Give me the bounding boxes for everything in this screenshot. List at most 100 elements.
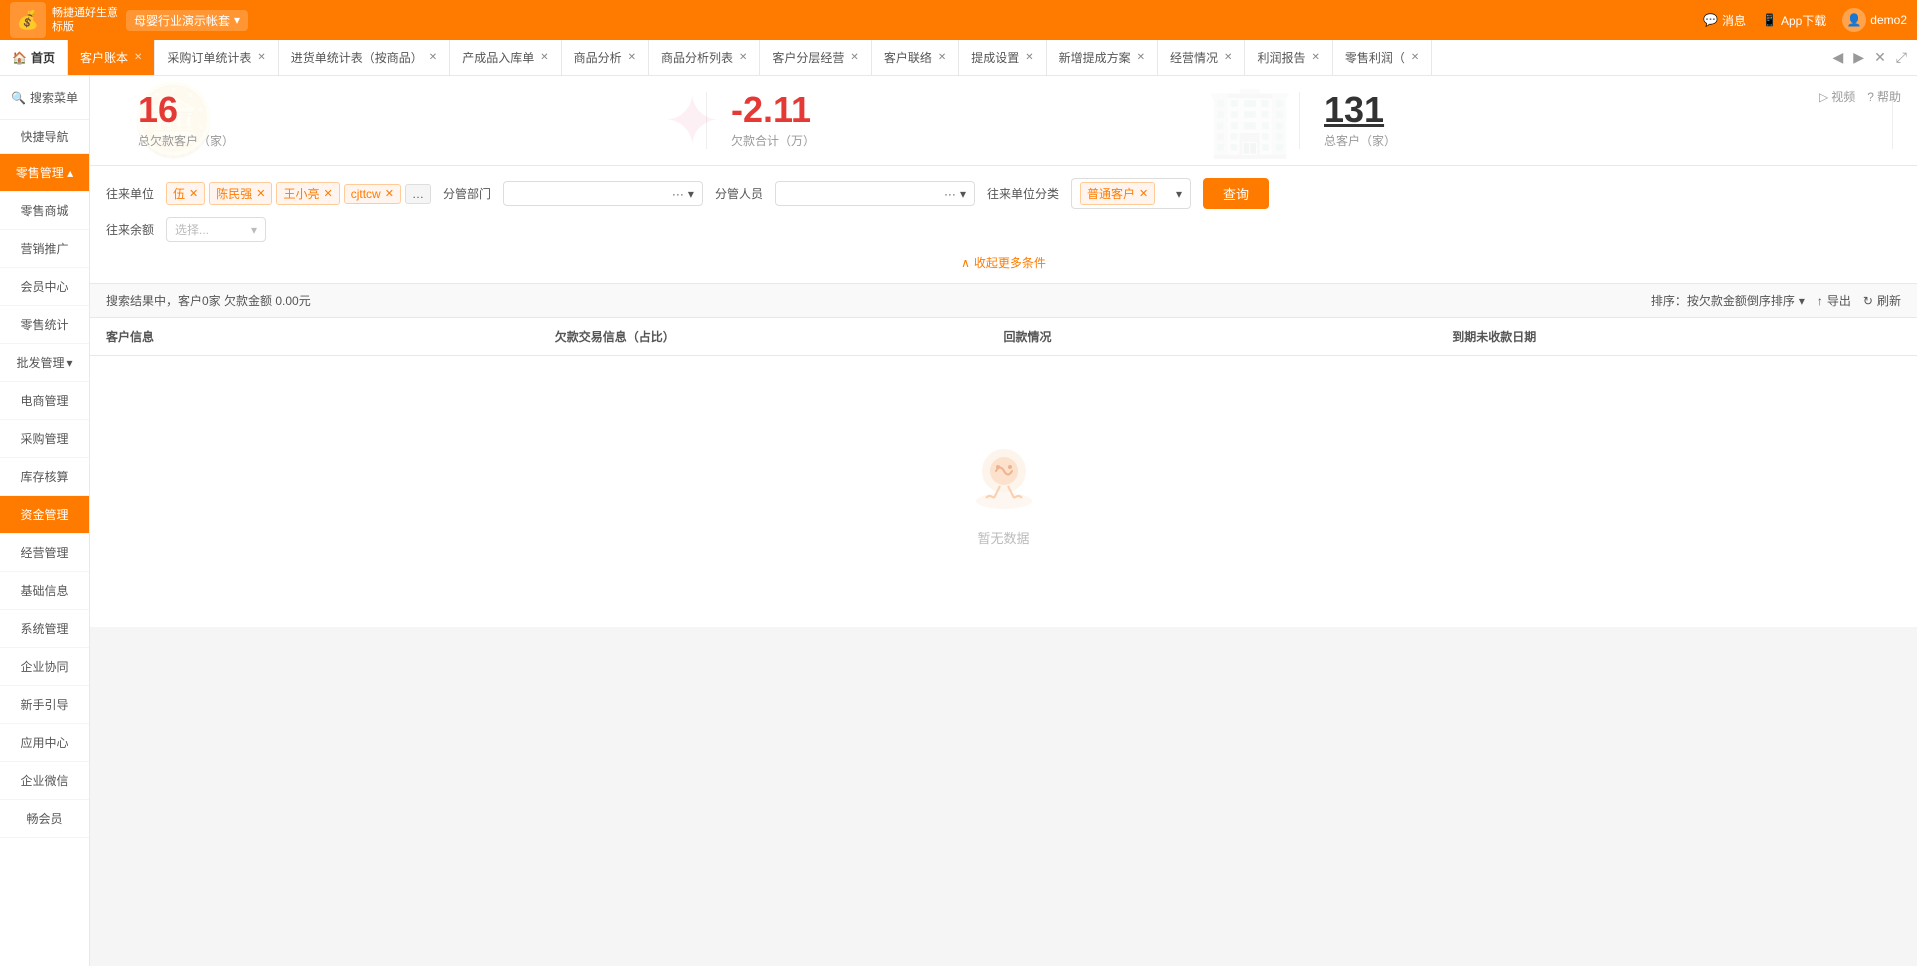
close-tab-product-instock[interactable]: ✕ <box>540 52 548 63</box>
tab-profit-report[interactable]: 利润报告 ✕ <box>1245 40 1332 76</box>
sidebar-item-purchase-mgmt[interactable]: 采购管理 <box>0 420 89 458</box>
close-tab-profit-report[interactable]: ✕ <box>1311 52 1319 63</box>
stats-bg-icon-right: 🏢 <box>1207 80 1294 162</box>
filter-tag-wu[interactable]: 伍 ✕ <box>166 182 205 205</box>
sidebar-item-enterprise-coop[interactable]: 企业协同 <box>0 648 89 686</box>
quick-nav-button[interactable]: 快捷导航 <box>0 120 89 154</box>
video-link[interactable]: ▷ 视频 <box>1819 88 1855 105</box>
filter-tag-wang[interactable]: 王小亮 ✕ <box>276 182 339 205</box>
stats-bar: 🪙 16 总欠款客户（家） ✦ -2.11 欠款合计（万） 🏢 131 总客户（… <box>90 76 1917 166</box>
query-button[interactable]: 查询 <box>1203 178 1269 209</box>
help-link[interactable]: ? 帮助 <box>1867 88 1901 105</box>
filter-row-1: 往来单位 伍 ✕ 陈民强 ✕ 王小亮 ✕ <box>106 178 1901 209</box>
col-payment-header: 回款情况 <box>1004 328 1453 345</box>
sort-label: 排序：按欠款金额倒序排序 <box>1651 292 1795 309</box>
user-avatar-button[interactable]: 👤 demo2 <box>1842 8 1907 32</box>
sidebar-item-marketing[interactable]: 营销推广 <box>0 230 89 268</box>
sidebar-item-wholesale-mgmt[interactable]: 批发管理 ▾ <box>0 344 89 382</box>
tab-prev-arrow[interactable]: ◀ <box>1829 47 1848 68</box>
sidebar-item-member-center[interactable]: 会员中心 <box>0 268 89 306</box>
tab-retail-profit[interactable]: 零售利润（ ✕ <box>1333 40 1432 76</box>
dept-select-dots: ··· <box>672 187 684 201</box>
logo-area: 💰 畅捷通好生意 标版 <box>10 2 118 38</box>
user-name: demo2 <box>1870 13 1907 27</box>
sidebar-item-enterprise-wechat[interactable]: 企业微信 <box>0 762 89 800</box>
tab-nav-arrows: ◀ ▶ ✕ ⤢ <box>1823 47 1917 68</box>
tab-next-arrow[interactable]: ▶ <box>1849 47 1868 68</box>
col-customer-header: 客户信息 <box>106 328 555 345</box>
tab-customer-book[interactable]: 客户账本 ✕ <box>68 40 155 76</box>
tab-close-all[interactable]: ✕ <box>1870 47 1890 68</box>
export-button[interactable]: ↑ 导出 <box>1817 292 1851 309</box>
sidebar-item-vip-member[interactable]: 畅会员 <box>0 800 89 838</box>
filter-tag-cjttcw[interactable]: cjttcw ✕ <box>344 184 401 204</box>
close-tag-chen[interactable]: ✕ <box>256 187 265 200</box>
sidebar-item-sys-mgmt[interactable]: 系统管理 <box>0 610 89 648</box>
tab-instock-stats[interactable]: 进货单统计表（按商品） ✕ <box>279 40 450 76</box>
search-menu-button[interactable]: 🔍 搜索菜单 <box>6 84 83 111</box>
top-bar: 💰 畅捷通好生意 标版 母婴行业演示帐套 ▾ 💬 消息 📱 App下载 👤 de… <box>0 0 1917 40</box>
close-tag-wang[interactable]: ✕ <box>324 187 333 200</box>
empty-text: 暂无数据 <box>977 528 1029 547</box>
sort-selector[interactable]: 排序：按欠款金额倒序排序 ▾ <box>1651 292 1805 309</box>
close-tag-wu[interactable]: ✕ <box>189 187 198 200</box>
sidebar-item-fund-mgmt[interactable]: 资金管理 <box>0 496 89 534</box>
sidebar-item-ops-mgmt[interactable]: 经营管理 <box>0 534 89 572</box>
close-tab-instock-stats[interactable]: ✕ <box>429 52 437 63</box>
results-actions: 排序：按欠款金额倒序排序 ▾ ↑ 导出 ↻ 刷新 <box>1651 292 1901 309</box>
help-links: ▷ 视频 ? 帮助 <box>1819 88 1901 105</box>
account-selector[interactable]: 母婴行业演示帐套 ▾ <box>126 10 248 31</box>
col-debt-header: 欠款交易信息（占比） <box>555 328 1004 345</box>
empty-icon <box>964 436 1044 516</box>
main-body: 🔍 搜索菜单 快捷导航 零售管理 ▴ 零售商城 营销推广 会员中心 零售统计 <box>0 76 1917 966</box>
refresh-button[interactable]: ↻ 刷新 <box>1863 292 1901 309</box>
tab-raise-setting[interactable]: 提成设置 ✕ <box>959 40 1046 76</box>
filter-unit-class-select[interactable]: 普通客户 ✕ ▾ <box>1071 178 1191 209</box>
collapse-button[interactable]: ∧ 收起更多条件 <box>961 254 1046 271</box>
stat-total-debt-customers-value: 16 <box>138 92 178 128</box>
logo-text: 畅捷通好生意 标版 <box>52 6 118 35</box>
close-tab-customer-book[interactable]: ✕ <box>134 52 142 63</box>
sidebar-item-new-guide[interactable]: 新手引导 <box>0 686 89 724</box>
close-unit-class-tag[interactable]: ✕ <box>1139 187 1148 200</box>
tab-purchase-order[interactable]: 采购订单统计表 ✕ <box>155 40 278 76</box>
sidebar-item-app-center[interactable]: 应用中心 <box>0 724 89 762</box>
close-tab-goods-analysis[interactable]: ✕ <box>628 52 636 63</box>
filter-tag-more[interactable]: … <box>405 184 431 204</box>
close-tab-new-raise-plan[interactable]: ✕ <box>1137 52 1145 63</box>
filter-dept-select[interactable]: ··· ▾ <box>503 181 703 206</box>
filter-person-label: 分管人员 <box>715 185 763 202</box>
tab-goods-analysis[interactable]: 商品分析 ✕ <box>562 40 649 76</box>
sidebar-item-retail-stats[interactable]: 零售统计 <box>0 306 89 344</box>
close-tab-customer-tier[interactable]: ✕ <box>850 52 858 63</box>
close-tag-cjttcw[interactable]: ✕ <box>385 187 394 200</box>
home-icon: 🏠 <box>12 51 27 65</box>
unit-class-tag: 普通客户 ✕ <box>1080 182 1155 205</box>
stat-total-customers: 131 总客户（家） <box>1300 92 1893 149</box>
filter-balance-input[interactable]: 选择... ▾ <box>166 217 266 242</box>
close-tab-raise-setting[interactable]: ✕ <box>1025 52 1033 63</box>
tab-expand[interactable]: ⤢ <box>1892 47 1911 68</box>
sidebar-item-inventory[interactable]: 库存核算 <box>0 458 89 496</box>
tab-goods-analysis-list[interactable]: 商品分析列表 ✕ <box>649 40 760 76</box>
close-tab-retail-profit[interactable]: ✕ <box>1411 52 1419 63</box>
tab-customer-contact[interactable]: 客户联络 ✕ <box>872 40 959 76</box>
sidebar-item-ecommerce-mgmt[interactable]: 电商管理 <box>0 382 89 420</box>
quick-nav-label: 快捷导航 <box>20 130 68 144</box>
close-tab-goods-analysis-list[interactable]: ✕ <box>739 52 747 63</box>
close-tab-business-status[interactable]: ✕ <box>1224 52 1232 63</box>
tab-customer-tier[interactable]: 客户分层经营 ✕ <box>760 40 871 76</box>
message-button[interactable]: 💬 消息 <box>1703 12 1746 29</box>
filter-person-select[interactable]: ··· ▾ <box>775 181 975 206</box>
filter-tag-chen[interactable]: 陈民强 ✕ <box>209 182 272 205</box>
tab-home[interactable]: 🏠 首页 <box>0 40 68 76</box>
close-tab-customer-contact[interactable]: ✕ <box>938 52 946 63</box>
app-download-button[interactable]: 📱 App下载 <box>1762 12 1826 29</box>
sidebar-item-basic-info[interactable]: 基础信息 <box>0 572 89 610</box>
tab-product-instock[interactable]: 产成品入库单 ✕ <box>450 40 561 76</box>
sidebar-item-retail-mgmt[interactable]: 零售管理 ▴ <box>0 154 89 192</box>
tab-business-status[interactable]: 经营情况 ✕ <box>1158 40 1245 76</box>
tab-new-raise-plan[interactable]: 新增提成方案 ✕ <box>1047 40 1158 76</box>
close-tab-purchase-order[interactable]: ✕ <box>257 52 265 63</box>
sidebar-item-retail-shop[interactable]: 零售商城 <box>0 192 89 230</box>
